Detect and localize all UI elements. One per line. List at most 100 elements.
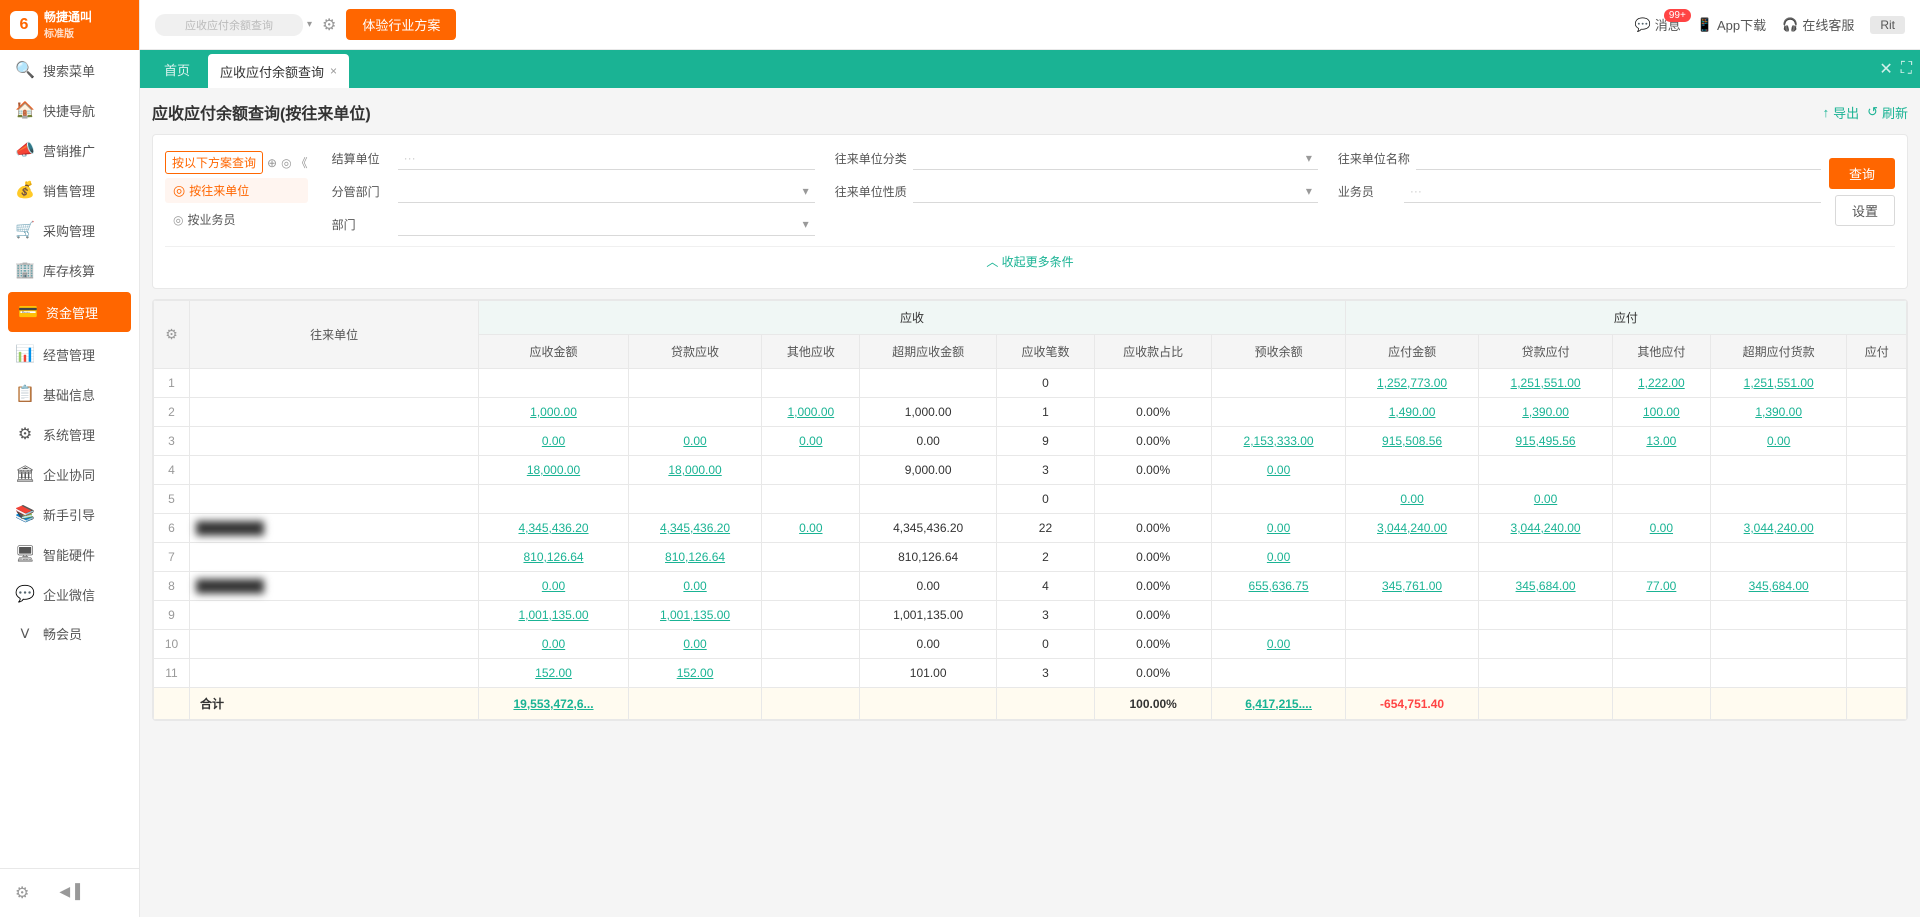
message-button[interactable]: 💬 消息 99+	[1635, 15, 1681, 34]
user-avatar[interactable]: Rit	[1870, 17, 1905, 32]
dept-label: 部门	[332, 216, 392, 233]
add-scheme-icon[interactable]: ⊕	[267, 156, 277, 170]
sidebar-item-label: 营销推广	[43, 141, 95, 160]
sidebar-item-wechat[interactable]: 💬 企业微信	[0, 574, 139, 614]
scheme-by-salesperson[interactable]: ◎ 按业务员	[165, 207, 308, 232]
collapse-chevron-icon: ︿	[986, 255, 998, 269]
tabbar: 首页 应收应付余额查询 × ✕ ⛶	[140, 50, 1920, 88]
settings-scheme-icon[interactable]: ◎	[281, 156, 291, 170]
lailai-class-select[interactable]: ▾	[913, 147, 1318, 170]
refresh-icon: ↺	[1867, 104, 1878, 120]
setting-button[interactable]: 设置	[1835, 195, 1895, 226]
advance-balance-header: 预收余额	[1212, 335, 1346, 369]
fenguan-dept-select[interactable]: ▾	[398, 180, 815, 203]
filter-row-1: 按以下方案查询 ⊕ ◎ 《 ◎ 按往来单位 ◎ 按业务员	[165, 147, 1895, 236]
total-overdue-payable	[1710, 688, 1847, 720]
table-row: 21,000.001,000.001,000.0010.00%1,490.001…	[154, 398, 1907, 427]
filter-lailai-nature: 往来单位性质 ▾	[835, 180, 1318, 203]
query-button[interactable]: 查询	[1829, 158, 1895, 189]
filter-dept: 部门 ▾	[332, 213, 815, 236]
total-receivable-ratio: 100.00%	[1095, 688, 1212, 720]
tab-active[interactable]: 应收应付余额查询 ×	[208, 54, 349, 88]
collapse-sidebar-icon[interactable]: ◀▐	[59, 883, 80, 903]
sidebar-item-smart-hw[interactable]: 🖥 智能硬件	[0, 534, 139, 574]
filter-jiesuan-unit: 结算单位 ···	[332, 147, 815, 170]
table-row: 91,001,135.001,001,135.001,001,135.0030.…	[154, 601, 1907, 630]
table-row: 8████████0.000.000.0040.00%655,636.75345…	[154, 572, 1907, 601]
guide-icon: 📚	[15, 504, 35, 524]
app-download-button[interactable]: 📱 App下载	[1697, 15, 1766, 34]
filter-collapse-btn[interactable]: ︿ 收起更多条件	[165, 246, 1895, 276]
overdue-payable-header: 超期应付货款	[1710, 335, 1847, 369]
payable-amt-header: 应付金额	[1345, 335, 1479, 369]
refresh-button[interactable]: ↺ 刷新	[1867, 103, 1908, 122]
sidebar-item-label: 采购管理	[43, 221, 95, 240]
service-icon: 🎧	[1782, 17, 1798, 33]
total-payable-amt: -654,751.40	[1345, 688, 1479, 720]
sidebar-item-marketing[interactable]: 📣 营销推广	[0, 130, 139, 170]
tab-home[interactable]: 首页	[148, 50, 206, 88]
operation-icon: 📊	[15, 344, 35, 364]
sidebar-item-enterprise[interactable]: 🏛 企业协同	[0, 454, 139, 494]
search-menu-icon: 🔍	[15, 60, 35, 80]
topbar: 应收应付余额查询 ▾ ⚙ 体验行业方案 💬 消息 99+ 📱 App下载 🎧 在…	[140, 0, 1920, 50]
sidebar-item-label: 基础信息	[43, 385, 95, 404]
total-receivable-count	[996, 688, 1094, 720]
sidebar-item-guide[interactable]: 📚 新手引导	[0, 494, 139, 534]
table-row: 30.000.000.000.0090.00%2,153,333.00915,5…	[154, 427, 1907, 456]
logo-main: 畅捷通叫	[44, 10, 92, 24]
total-payable-tail	[1847, 688, 1907, 720]
sidebar-item-member[interactable]: Ⅴ 畅会员	[0, 614, 139, 653]
tab-close-icon[interactable]: ×	[330, 64, 337, 78]
settings-col-header: ⚙	[154, 301, 190, 369]
overdue-receivable-header: 超期应收金额	[860, 335, 997, 369]
scheme-query-label[interactable]: 按以下方案查询	[165, 151, 263, 174]
close-window-icon[interactable]: ✕	[1879, 59, 1892, 79]
lailai-nature-select[interactable]: ▾	[913, 180, 1318, 203]
other-payable-header: 其他应付	[1612, 335, 1710, 369]
topbar-gear-icon[interactable]: ⚙	[322, 15, 336, 35]
sidebar-item-basic-info[interactable]: 📋 基础信息	[0, 374, 139, 414]
trial-button[interactable]: 体验行业方案	[346, 9, 456, 40]
dept-select[interactable]: ▾	[398, 213, 815, 236]
sales-icon: 💰	[15, 180, 35, 200]
sidebar-item-purchase[interactable]: 🛒 采购管理	[0, 210, 139, 250]
settings-bottom-icon[interactable]: ⚙	[15, 883, 29, 903]
sidebar-item-label: 经营管理	[43, 345, 95, 364]
total-overdue-receivable	[860, 688, 997, 720]
sidebar-bottom: ⚙ ◀▐	[0, 868, 139, 917]
export-icon: ↑	[1823, 105, 1830, 120]
lailai-name-input[interactable]	[1416, 147, 1821, 170]
business-person-input[interactable]: ···	[1404, 180, 1821, 203]
scheme-partner-icon: ◎	[173, 182, 185, 199]
export-button[interactable]: ↑ 导出	[1823, 103, 1860, 122]
smart-hw-icon: 🖥	[15, 544, 35, 564]
scheme-by-partner[interactable]: ◎ 按往来单位	[165, 178, 308, 203]
sidebar-item-system[interactable]: ⚙ 系统管理	[0, 414, 139, 454]
breadcrumb-arrow-icon: ▾	[307, 19, 312, 30]
sidebar-item-operation[interactable]: 📊 经营管理	[0, 334, 139, 374]
total-loan-receivable	[628, 688, 762, 720]
sidebar-item-finance[interactable]: 💳 资金管理	[8, 292, 131, 332]
online-service-button[interactable]: 🎧 在线客服	[1782, 15, 1854, 34]
filter-action-buttons: 查询 设置	[1829, 158, 1895, 226]
jiesuan-unit-input[interactable]: ···	[398, 147, 815, 170]
table-row: 7810,126.64810,126.64810,126.6420.00%0.0…	[154, 543, 1907, 572]
system-icon: ⚙	[15, 424, 35, 444]
table-settings-icon[interactable]: ⚙	[165, 326, 178, 342]
table-row: 6████████4,345,436.204,345,436.200.004,3…	[154, 514, 1907, 543]
sidebar-item-sales[interactable]: 💰 销售管理	[0, 170, 139, 210]
receivable-count-header: 应收笔数	[996, 335, 1094, 369]
collapse-scheme-icon[interactable]: 《	[296, 154, 308, 171]
sidebar-item-label: 销售管理	[43, 181, 95, 200]
sidebar-item-quick-nav[interactable]: 🏠 快捷导航	[0, 90, 139, 130]
expand-window-icon[interactable]: ⛶	[1901, 60, 1912, 78]
table-row: 11152.00152.00101.0030.00%	[154, 659, 1907, 688]
sidebar-item-inventory[interactable]: 🏢 库存核算	[0, 250, 139, 290]
topbar-right: 💬 消息 99+ 📱 App下载 🎧 在线客服 Rit	[1635, 15, 1905, 34]
sidebar-logo: 6 畅捷通叫 标准版	[0, 0, 139, 50]
sidebar-item-search-menu[interactable]: 🔍 搜索菜单	[0, 50, 139, 90]
lailai-nature-label: 往来单位性质	[835, 183, 907, 200]
purchase-icon: 🛒	[15, 220, 35, 240]
filter-fenguan-dept: 分管部门 ▾	[332, 180, 815, 203]
